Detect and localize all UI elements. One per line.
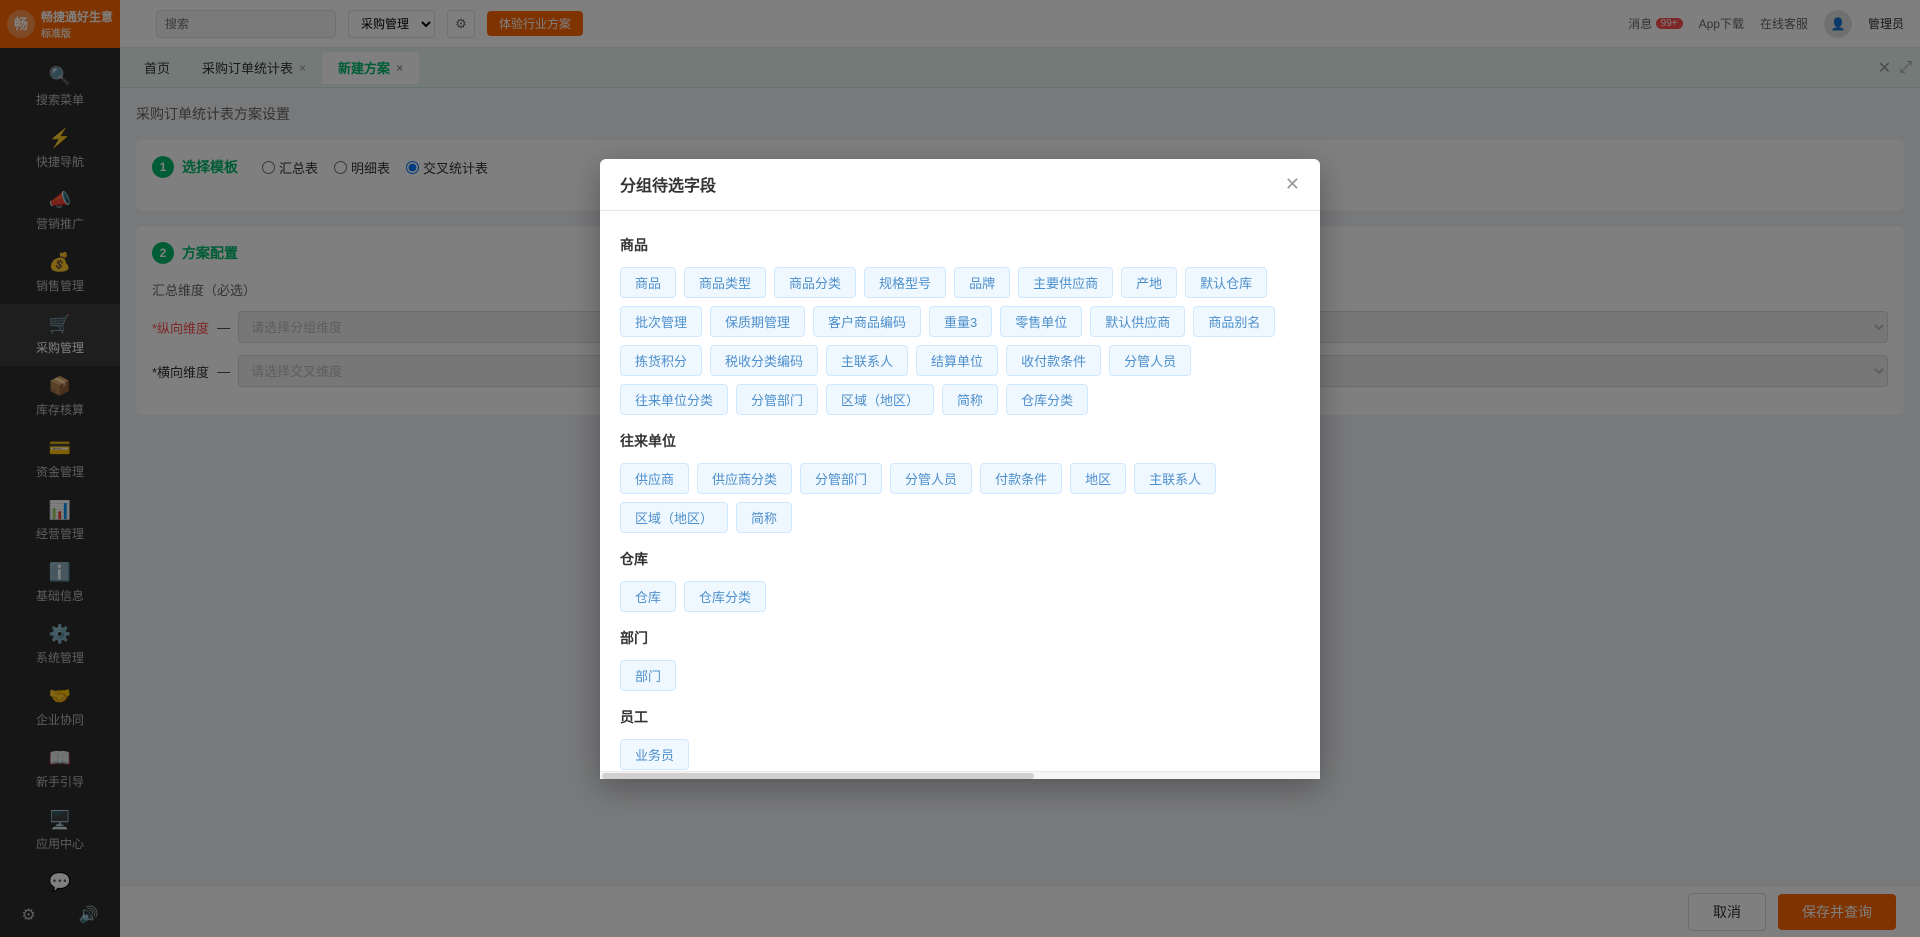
field-tag[interactable]: 收付款条件 xyxy=(1006,345,1101,376)
field-tag[interactable]: 规格型号 xyxy=(864,267,946,298)
dialog-title: 分组待选字段 xyxy=(620,172,716,196)
field-tag[interactable]: 默认供应商 xyxy=(1090,306,1185,337)
field-tag[interactable]: 主要供应商 xyxy=(1018,267,1113,298)
dialog-scrollbar-area xyxy=(600,771,1320,779)
field-tag[interactable]: 商品 xyxy=(620,267,676,298)
field-tag[interactable]: 主联系人 xyxy=(826,345,908,376)
field-tag[interactable]: 地区 xyxy=(1070,463,1126,494)
field-tag[interactable]: 往来单位分类 xyxy=(620,384,728,415)
section-label-dept: 部门 xyxy=(620,628,1300,648)
field-tag[interactable]: 产地 xyxy=(1121,267,1177,298)
section-label-partner: 往来单位 xyxy=(620,431,1300,451)
field-tag[interactable]: 税收分类编码 xyxy=(710,345,818,376)
field-tag[interactable]: 结算单位 xyxy=(916,345,998,376)
field-tag[interactable]: 付款条件 xyxy=(980,463,1062,494)
field-tag[interactable]: 重量3 xyxy=(929,306,992,337)
field-tag[interactable]: 部门 xyxy=(620,660,676,691)
field-tag[interactable]: 客户商品编码 xyxy=(813,306,921,337)
field-tag[interactable]: 分管部门 xyxy=(800,463,882,494)
section-label-product: 商品 xyxy=(620,235,1300,255)
field-tag[interactable]: 主联系人 xyxy=(1134,463,1216,494)
field-tag[interactable]: 分管部门 xyxy=(736,384,818,415)
field-grid-warehouse: 仓库 仓库分类 xyxy=(620,581,1300,612)
field-tag[interactable]: 供应商分类 xyxy=(697,463,792,494)
field-grid-product: 商品 商品类型 商品分类 规格型号 品牌 主要供应商 产地 默认仓库 批次管理 … xyxy=(620,267,1300,415)
field-tag[interactable]: 商品分类 xyxy=(774,267,856,298)
field-grid-staff: 业务员 xyxy=(620,739,1300,770)
dialog-body: 商品 商品 商品类型 商品分类 规格型号 品牌 主要供应商 产地 默认仓库 批次… xyxy=(600,211,1320,771)
field-tag[interactable]: 默认仓库 xyxy=(1185,267,1267,298)
field-tag[interactable]: 业务员 xyxy=(620,739,689,770)
section-label-staff: 员工 xyxy=(620,707,1300,727)
field-tag[interactable]: 商品类型 xyxy=(684,267,766,298)
dialog-header: 分组待选字段 ✕ xyxy=(600,159,1320,211)
field-tag[interactable]: 零售单位 xyxy=(1000,306,1082,337)
field-tag[interactable]: 保质期管理 xyxy=(710,306,805,337)
field-tag[interactable]: 拣货积分 xyxy=(620,345,702,376)
field-tag[interactable]: 仓库分类 xyxy=(684,581,766,612)
field-tag[interactable]: 仓库 xyxy=(620,581,676,612)
field-tag[interactable]: 批次管理 xyxy=(620,306,702,337)
field-select-dialog: 分组待选字段 ✕ 商品 商品 商品类型 商品分类 规格型号 品牌 主要供应商 产… xyxy=(600,159,1320,779)
field-tag[interactable]: 区域（地区） xyxy=(620,502,728,533)
field-grid-dept: 部门 xyxy=(620,660,1300,691)
dialog-close-btn[interactable]: ✕ xyxy=(1285,175,1300,193)
field-tag[interactable]: 简称 xyxy=(942,384,998,415)
field-tag[interactable]: 商品别名 xyxy=(1193,306,1275,337)
horizontal-scrollbar[interactable] xyxy=(602,773,1034,779)
field-tag[interactable]: 分管人员 xyxy=(890,463,972,494)
field-tag[interactable]: 区域（地区） xyxy=(826,384,934,415)
field-tag[interactable]: 简称 xyxy=(736,502,792,533)
field-tag[interactable]: 品牌 xyxy=(954,267,1010,298)
section-label-warehouse: 仓库 xyxy=(620,549,1300,569)
field-tag[interactable]: 仓库分类 xyxy=(1006,384,1088,415)
field-tag[interactable]: 分管人员 xyxy=(1109,345,1191,376)
field-grid-partner: 供应商 供应商分类 分管部门 分管人员 付款条件 地区 主联系人 区域（地区） … xyxy=(620,463,1300,533)
field-tag[interactable]: 供应商 xyxy=(620,463,689,494)
